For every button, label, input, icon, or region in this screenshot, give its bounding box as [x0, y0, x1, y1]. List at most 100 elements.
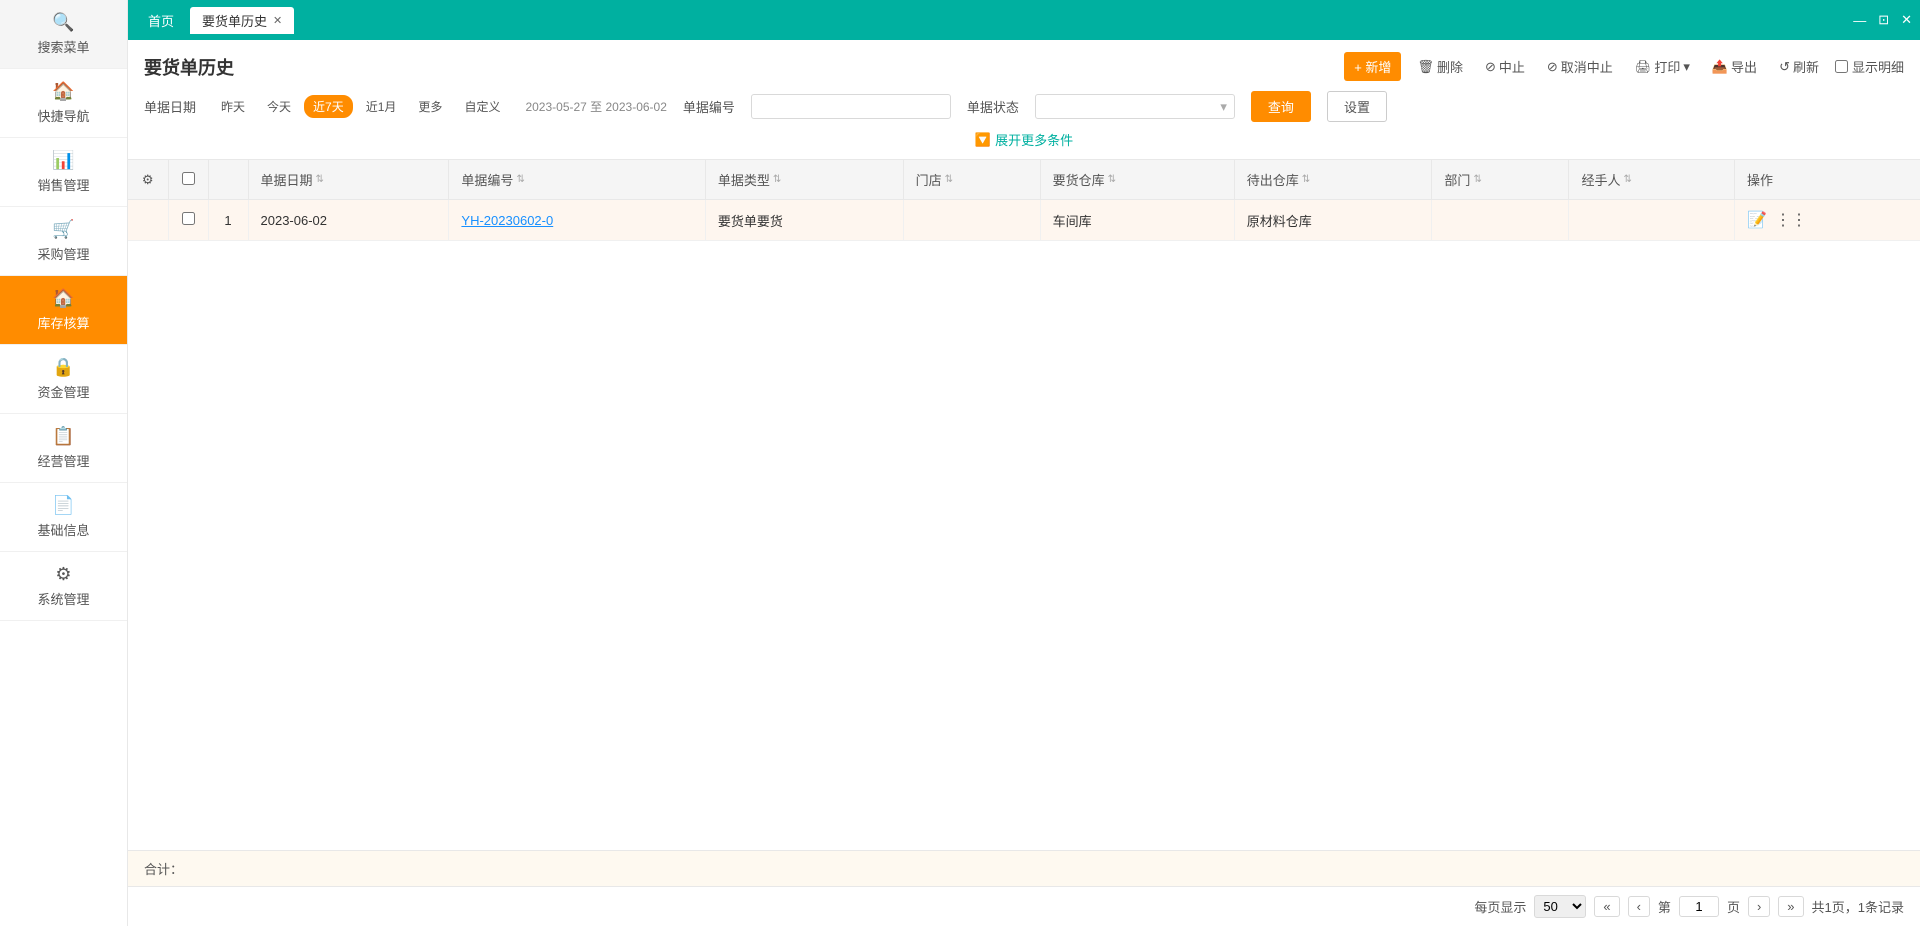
print-dropdown-icon: ▾	[1683, 59, 1690, 75]
status-label: 单据状态	[967, 97, 1019, 116]
search-icon: 🔍	[52, 12, 74, 33]
window-maximize-icon[interactable]: ⊡	[1878, 12, 1889, 28]
select-all-checkbox[interactable]	[182, 172, 195, 185]
window-close-icon[interactable]: ✕	[1901, 12, 1912, 28]
home-icon: 🏠	[52, 81, 74, 102]
sidebar-item-operation[interactable]: 📋 经营管理	[0, 414, 127, 483]
row-num: 1	[208, 200, 248, 241]
sidebar-item-system[interactable]: ⚙ 系统管理	[0, 552, 127, 621]
refresh-button[interactable]: ↺ 刷新	[1773, 53, 1825, 80]
row-checkbox[interactable]	[168, 200, 208, 241]
row-pending-warehouse: 原材料仓库	[1234, 200, 1432, 241]
sales-icon: 📊	[52, 150, 74, 171]
date-btn-1month[interactable]: 近1月	[357, 95, 406, 118]
row-bill-no[interactable]: YH-20230602-0	[449, 200, 705, 241]
cancel-stop-button[interactable]: ⊘ 取消中止	[1541, 53, 1619, 80]
th-bill-no[interactable]: 单据编号 ⇅	[449, 160, 705, 200]
settings-button[interactable]: 设置	[1327, 91, 1387, 122]
date-btn-more[interactable]: 更多	[409, 95, 451, 118]
page-header: 要货单历史 + 新增 🗑 删除 ⊘ 中止 ⊘ 取消中止 🖨	[128, 40, 1920, 81]
th-dept[interactable]: 部门 ⇅	[1432, 160, 1569, 200]
sidebar-item-finance[interactable]: 🔒 资金管理	[0, 345, 127, 414]
filter-area: 单据日期 昨天 今天 近7天 近1月 更多 自定义 2023-05-27 至 2…	[128, 81, 1920, 160]
pagination: 每页显示 50 10 20 100 « ‹ 第 页 › » 共1页，1条记录	[128, 886, 1920, 926]
th-checkbox[interactable]	[168, 160, 208, 200]
inventory-icon: 🏠	[52, 288, 74, 309]
expand-more-icon: 🔽	[975, 132, 991, 148]
sort-bill-type-icon[interactable]: ⇅	[773, 174, 781, 185]
page-suffix: 页	[1727, 897, 1740, 916]
stop-button[interactable]: ⊘ 中止	[1479, 53, 1531, 80]
sort-date-icon[interactable]: ⇅	[316, 174, 324, 185]
date-filter-buttons: 昨天 今天 近7天 近1月 更多 自定义	[212, 95, 509, 118]
th-handler[interactable]: 经手人 ⇅	[1569, 160, 1735, 200]
sort-bill-no-icon[interactable]: ⇅	[516, 174, 524, 185]
sidebar-item-purchase[interactable]: 🛒 采购管理	[0, 207, 127, 276]
next-page-button[interactable]: ›	[1748, 896, 1770, 917]
th-ops: 操作	[1735, 160, 1920, 200]
bill-no-label: 单据编号	[683, 97, 735, 116]
sort-handler-icon[interactable]: ⇅	[1623, 174, 1631, 185]
export-button[interactable]: 📤 导出	[1706, 53, 1763, 80]
page-label: 第	[1658, 897, 1671, 916]
row-req-warehouse: 车间库	[1040, 200, 1234, 241]
date-btn-today[interactable]: 今天	[258, 95, 300, 118]
date-btn-yesterday[interactable]: 昨天	[212, 95, 254, 118]
sort-req-warehouse-icon[interactable]: ⇅	[1108, 174, 1116, 185]
table-row: 1 2023-06-02 YH-20230602-0 要货单要货 车间库 原材料…	[128, 200, 1920, 241]
page-title: 要货单历史	[144, 54, 234, 80]
tab-history[interactable]: 要货单历史 ✕	[190, 7, 294, 34]
sidebar: 🔍 搜索菜单 🏠 快捷导航 📊 销售管理 🛒 采购管理 🏠 库存核算 🔒 资金管…	[0, 0, 128, 926]
query-button[interactable]: 查询	[1251, 91, 1311, 122]
status-select[interactable]	[1035, 94, 1235, 119]
row-select-checkbox[interactable]	[182, 212, 195, 225]
last-page-button[interactable]: »	[1778, 896, 1803, 917]
row-bill-type: 要货单要货	[705, 200, 903, 241]
show-detail-area[interactable]: 显示明细	[1835, 57, 1904, 76]
basic-icon: 📄	[52, 495, 74, 516]
row-more-icon[interactable]: ⋮⋮	[1775, 210, 1807, 230]
first-page-button[interactable]: «	[1594, 896, 1619, 917]
sort-store-icon[interactable]: ⇅	[945, 174, 953, 185]
th-date[interactable]: 单据日期 ⇅	[248, 160, 449, 200]
new-button[interactable]: + 新增	[1344, 52, 1401, 81]
bill-no-input[interactable]	[751, 94, 951, 119]
row-edit-icon[interactable]: 📝	[1747, 210, 1767, 230]
sidebar-item-search[interactable]: 🔍 搜索菜单	[0, 0, 127, 69]
delete-button[interactable]: 🗑 删除	[1411, 53, 1469, 80]
system-icon: ⚙	[55, 564, 71, 585]
status-select-wrapper	[1035, 94, 1235, 119]
refresh-icon: ↺	[1779, 59, 1790, 75]
print-button[interactable]: 🖨 打印 ▾	[1629, 53, 1696, 80]
table-header-row: ⚙ 单据日期 ⇅ 单据编号	[128, 160, 1920, 200]
sidebar-item-sales[interactable]: 📊 销售管理	[0, 138, 127, 207]
prev-page-button[interactable]: ‹	[1628, 896, 1650, 917]
sidebar-item-basic[interactable]: 📄 基础信息	[0, 483, 127, 552]
sum-label: 合计：	[144, 859, 183, 878]
th-req-warehouse[interactable]: 要货仓库 ⇅	[1040, 160, 1234, 200]
page-input[interactable]	[1679, 896, 1719, 917]
sidebar-item-shortcut[interactable]: 🏠 快捷导航	[0, 69, 127, 138]
window-minimize-icon[interactable]: —	[1853, 13, 1866, 28]
tab-close-icon[interactable]: ✕	[273, 14, 282, 27]
export-icon: 📤	[1712, 59, 1728, 75]
date-btn-custom[interactable]: 自定义	[455, 95, 509, 118]
th-settings[interactable]: ⚙	[128, 160, 168, 200]
table-area: ⚙ 单据日期 ⇅ 单据编号	[128, 160, 1920, 850]
sort-dept-icon[interactable]: ⇅	[1473, 174, 1481, 185]
delete-icon: 🗑	[1417, 59, 1434, 75]
row-store	[903, 200, 1040, 241]
th-bill-type[interactable]: 单据类型 ⇅	[705, 160, 903, 200]
sidebar-item-inventory[interactable]: 🏠 库存核算	[0, 276, 127, 345]
row-dept	[1432, 200, 1569, 241]
date-btn-7days[interactable]: 近7天	[304, 95, 353, 118]
th-pending-warehouse[interactable]: 待出仓库 ⇅	[1234, 160, 1432, 200]
expand-more-button[interactable]: 🔽 展开更多条件	[144, 130, 1904, 149]
per-page-select[interactable]: 50 10 20 100	[1534, 895, 1586, 918]
show-detail-checkbox[interactable]	[1835, 60, 1848, 73]
sort-pending-warehouse-icon[interactable]: ⇅	[1302, 174, 1310, 185]
per-page-label: 每页显示	[1474, 897, 1526, 916]
tab-home[interactable]: 首页	[136, 7, 186, 34]
row-settings	[128, 200, 168, 241]
th-store[interactable]: 门店 ⇅	[903, 160, 1040, 200]
